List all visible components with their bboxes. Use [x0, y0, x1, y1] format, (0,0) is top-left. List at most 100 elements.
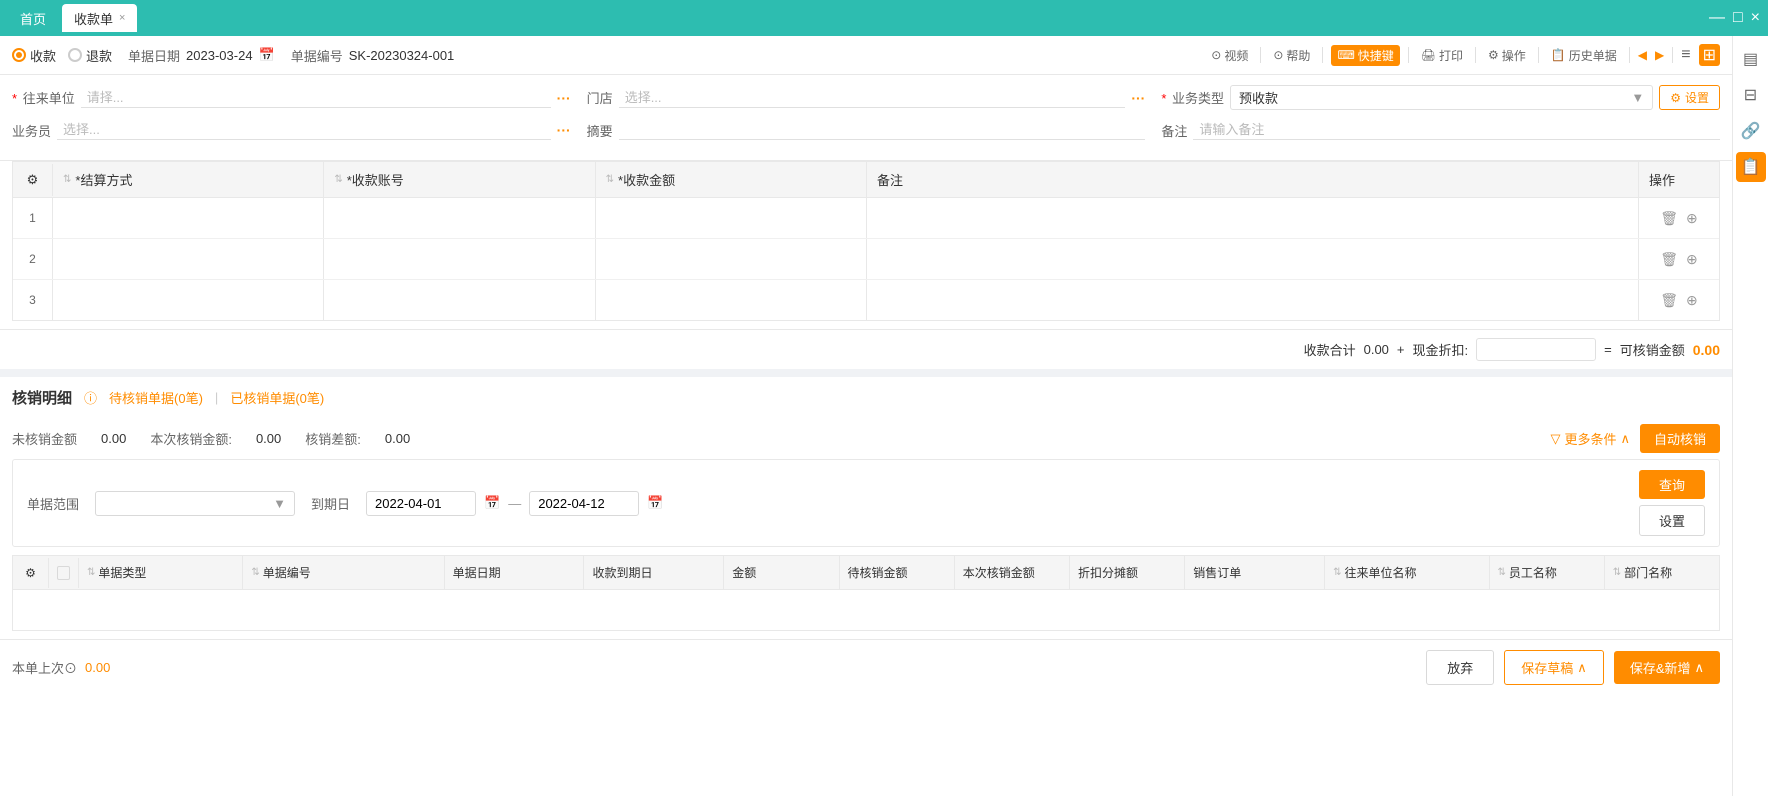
help-btn[interactable]: ⊙ 帮助 — [1269, 45, 1314, 66]
tab-verified[interactable]: 已核销单据(0笔) — [230, 388, 324, 407]
staff-more-btn[interactable]: ··· — [557, 122, 571, 138]
setting-label: 设置 — [1685, 89, 1709, 106]
copy-icon-3[interactable]: ⊕ — [1686, 292, 1698, 309]
delete-icon-3[interactable]: 🗑 — [1660, 292, 1678, 309]
operation-btn[interactable]: ⚙ 操作 — [1484, 45, 1530, 66]
cell-remark-3[interactable] — [867, 280, 1639, 320]
list-view-icon[interactable]: ≡ — [1681, 46, 1690, 64]
calendar-icon[interactable]: 📅 — [259, 47, 275, 63]
delete-icon-1[interactable]: 🗑 — [1660, 210, 1678, 227]
filter-settings-btn[interactable]: 设置 — [1639, 505, 1705, 536]
store-more-btn[interactable]: ··· — [1131, 90, 1145, 106]
partner-input[interactable] — [81, 88, 551, 108]
discount-input[interactable] — [1476, 338, 1596, 361]
video-icon: ⊙ — [1211, 48, 1221, 62]
radio-refund-circle — [68, 48, 82, 62]
save-draft-btn[interactable]: 保存草稿 ∧ — [1504, 650, 1604, 685]
bottom-table: ⚙ ⇅ 单据类型 ⇅ 单据编号 — [12, 555, 1720, 631]
divider4 — [1475, 47, 1476, 63]
window-close-icon[interactable]: × — [1751, 9, 1760, 27]
print-btn[interactable]: 🖨 打印 — [1417, 45, 1467, 66]
bth-discount-label: 折扣分摊额 — [1078, 564, 1138, 581]
verify-info-icon[interactable]: ⓘ — [84, 388, 97, 407]
print-label: 打印 — [1439, 47, 1463, 64]
biz-type-select[interactable]: 预收款 ▼ — [1230, 85, 1653, 110]
verify-stats: 未核销金额 0.00 本次核销金额: 0.00 核销差额: 0.00 — [12, 421, 410, 456]
unverified-value: 0.00 — [101, 431, 126, 446]
th-settle: ⇅ *结算方式 — [53, 162, 324, 197]
save-new-btn[interactable]: 保存&新增 ∧ — [1614, 651, 1720, 684]
sidebar-list-icon[interactable]: ⊟ — [1736, 80, 1766, 110]
summary-input[interactable] — [619, 120, 1146, 140]
video-btn[interactable]: ⊙ 视频 — [1207, 45, 1252, 66]
query-btn[interactable]: 查询 — [1639, 470, 1705, 499]
select-all-checkbox[interactable] — [57, 566, 70, 580]
cell-account-1[interactable] — [324, 198, 595, 238]
bth-dept-label: 部门名称 — [1624, 564, 1672, 581]
divider2 — [1322, 47, 1323, 63]
date-to-input[interactable] — [529, 491, 639, 516]
bth-check[interactable] — [49, 558, 79, 588]
total-value: 0.00 — [1364, 342, 1389, 357]
sidebar-link-icon[interactable]: 🔗 — [1736, 116, 1766, 146]
bth-num-label: 单据编号 — [263, 564, 311, 581]
calendar-from-icon[interactable]: 📅 — [484, 495, 500, 511]
bth-current: 本次核销金额 — [955, 556, 1070, 589]
abandon-btn[interactable]: 放弃 — [1426, 650, 1494, 685]
grid-view-icon[interactable]: ⊞ — [1699, 44, 1720, 66]
cell-amount-2[interactable] — [596, 239, 867, 279]
auto-verify-btn[interactable]: 自动核销 — [1640, 424, 1720, 453]
setting-btn[interactable]: ⚙ 设置 — [1659, 85, 1720, 110]
tab-close-icon[interactable]: × — [119, 12, 125, 24]
form-row-2: 业务员 ··· 摘要 备注 — [12, 120, 1720, 140]
bth-paydate-label: 收款到期日 — [592, 564, 652, 581]
sidebar-clip-icon[interactable]: 📋 — [1736, 152, 1766, 182]
date-from-input[interactable] — [366, 491, 476, 516]
copy-icon-1[interactable]: ⊕ — [1686, 210, 1698, 227]
cell-account-3[interactable] — [324, 280, 595, 320]
radio-receive[interactable]: 收款 — [12, 46, 56, 65]
th-settings[interactable]: ⚙ — [13, 164, 53, 196]
tab-pending[interactable]: 待核销单据(0笔) — [109, 388, 203, 407]
bth-salesorder: 销售订单 — [1185, 556, 1325, 589]
radio-receive-label: 收款 — [30, 46, 56, 65]
bth-date: 单据日期 — [445, 556, 585, 589]
sidebar-table-icon[interactable]: ▤ — [1736, 44, 1766, 74]
right-sidebar: ▤ ⊟ 🔗 📋 — [1732, 36, 1768, 796]
store-input[interactable] — [619, 88, 1126, 108]
partner-more-btn[interactable]: ··· — [557, 90, 571, 106]
cell-settle-3[interactable] — [53, 280, 324, 320]
cell-amount-3[interactable] — [596, 280, 867, 320]
more-conditions-btn[interactable]: ▽ 更多条件 ∧ — [1550, 429, 1630, 448]
cell-remark-1[interactable] — [867, 198, 1639, 238]
shortcut-btn[interactable]: ⌨ 快捷键 — [1331, 45, 1399, 66]
nav-prev-icon[interactable]: ◀ — [1638, 48, 1647, 62]
staff-input[interactable] — [57, 120, 551, 140]
tab-collection[interactable]: 收款单 × — [62, 4, 137, 32]
section-separator — [0, 369, 1732, 377]
date-field: 单据日期 2023-03-24 📅 — [128, 46, 275, 65]
radio-refund[interactable]: 退款 — [68, 46, 112, 65]
window-max-icon[interactable]: □ — [1733, 9, 1743, 27]
window-min-icon[interactable]: — — [1709, 9, 1725, 27]
due-date-label: 到期日 — [311, 494, 350, 513]
th-remark: 备注 — [867, 162, 1639, 197]
settings-gear-icon: ⚙ — [27, 172, 39, 188]
cell-account-2[interactable] — [324, 239, 595, 279]
staff-field: 业务员 ··· — [12, 120, 571, 140]
bth-unit-label: 往来单位名称 — [1345, 564, 1417, 581]
bth-type-label: 单据类型 — [98, 564, 146, 581]
calendar-to-icon[interactable]: 📅 — [647, 495, 663, 511]
range-select[interactable]: ▼ — [95, 491, 295, 516]
delete-icon-2[interactable]: 🗑 — [1660, 251, 1678, 268]
bth-settings[interactable]: ⚙ — [13, 558, 49, 588]
nav-next-icon[interactable]: ▶ — [1655, 48, 1664, 62]
cell-settle-2[interactable] — [53, 239, 324, 279]
history-btn[interactable]: 📋 历史单据 — [1547, 45, 1621, 66]
cell-remark-2[interactable] — [867, 239, 1639, 279]
cell-amount-1[interactable] — [596, 198, 867, 238]
cell-settle-1[interactable] — [53, 198, 324, 238]
tab-home[interactable]: 首页 — [8, 4, 58, 32]
copy-icon-2[interactable]: ⊕ — [1686, 251, 1698, 268]
remark-input[interactable] — [1193, 120, 1720, 140]
